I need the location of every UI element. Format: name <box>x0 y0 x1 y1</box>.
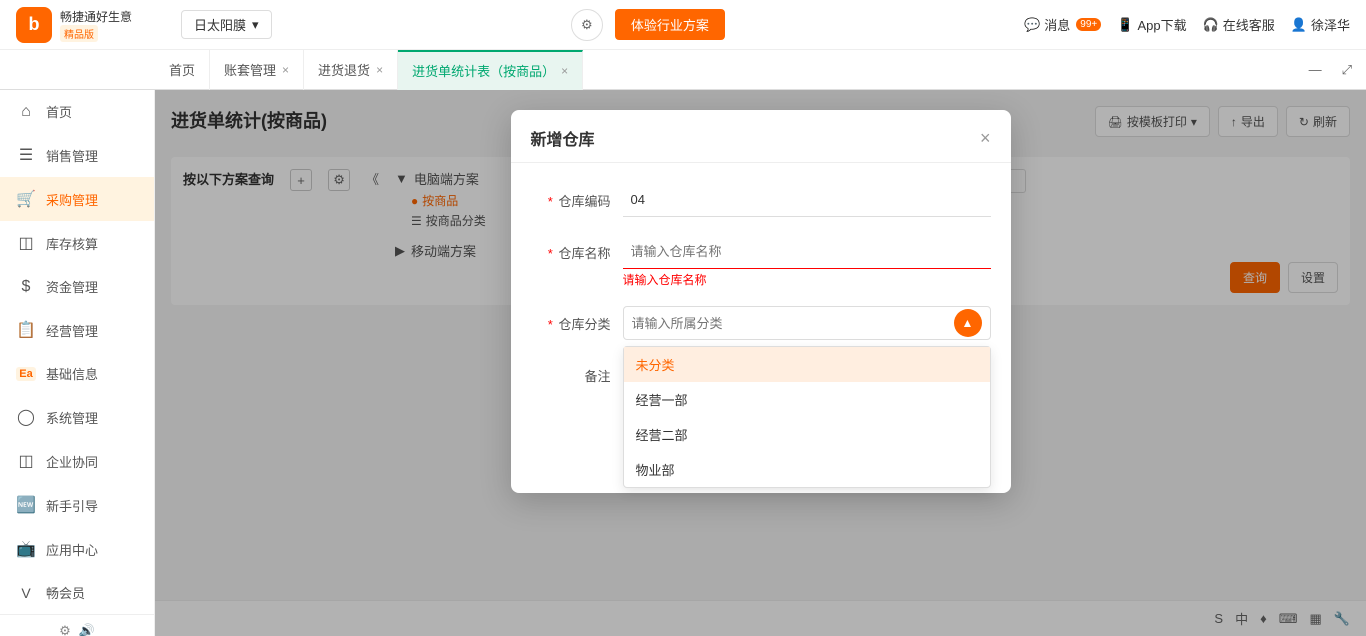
purchase-icon: 🛒 <box>16 189 36 209</box>
message-icon: 💬 <box>1024 17 1040 33</box>
tab-expand-btn[interactable]: ⤢ <box>1336 60 1358 80</box>
warehouse-name-error: 请输入仓库名称 <box>623 271 991 288</box>
experience-button[interactable]: 体验行业方案 <box>615 9 725 40</box>
logo-text: 畅捷通好生意 精品版 <box>60 8 132 42</box>
sidebar-item-purchase[interactable]: 🛒 采购管理 <box>0 177 154 221</box>
user-menu[interactable]: 👤 徐泽华 <box>1291 15 1350 34</box>
mobile-icon: 📱 <box>1117 17 1133 33</box>
content-area: 进货单统计(按商品) 🖨 按模板打印 ▾ ↑ 导出 ↻ 刷新 按以下方案查询 <box>155 90 1366 636</box>
warehouse-code-row: * 仓库编码 <box>531 183 991 217</box>
dialog-close-btn[interactable]: × <box>980 128 991 149</box>
online-service-btn[interactable]: 🎧 在线客服 <box>1203 15 1275 34</box>
sidebar-item-home[interactable]: ⌂ 首页 <box>0 90 154 133</box>
sidebar-item-guide[interactable]: 🆕 新手引导 <box>0 483 154 527</box>
tab-purchase-stats[interactable]: 进货单统计表（按商品） × <box>398 50 583 90</box>
tab-returns[interactable]: 进货退货 × <box>304 50 398 90</box>
sidebar-item-sales[interactable]: ☰ 销售管理 <box>0 133 154 177</box>
main-layout: ⌂ 首页 ☰ 销售管理 🛒 采购管理 ◫ 库存核算 $ 资金管理 📋 经营管理 … <box>0 90 1366 636</box>
system-icon: ◯ <box>16 407 36 427</box>
enterprise-icon: ◫ <box>16 451 36 471</box>
tab-close-returns[interactable]: × <box>376 63 383 77</box>
option-property[interactable]: 物业部 <box>624 452 990 487</box>
top-header: b 畅捷通好生意 精品版 日太阳膜 ▾ ⚙ 体验行业方案 💬 消息 99+ 📱 … <box>0 0 1366 50</box>
header-right: 💬 消息 99+ 📱 App下载 🎧 在线客服 👤 徐泽华 <box>1024 15 1350 34</box>
warehouse-code-control <box>623 183 991 217</box>
warehouse-category-row: * 仓库分类 ▲ 未分类 经营一部 经 <box>531 306 991 340</box>
member-icon: V <box>16 585 36 601</box>
warehouse-name-control: 请输入仓库名称 <box>623 235 991 288</box>
category-dropdown[interactable]: ▲ <box>623 306 991 340</box>
tab-bar: 首页 账套管理 × 进货退货 × 进货单统计表（按商品） × — ⤢ <box>0 50 1366 90</box>
sidebar-item-inventory[interactable]: ◫ 库存核算 <box>0 221 154 265</box>
tab-home[interactable]: 首页 <box>155 50 210 90</box>
header-middle: ⚙ 体验行业方案 <box>272 9 1025 41</box>
sidebar-speaker-icon[interactable]: 🔊 <box>79 623 95 636</box>
warehouse-category-label: * 仓库分类 <box>531 306 611 333</box>
sidebar-item-appcenter[interactable]: 📺 应用中心 <box>0 527 154 571</box>
sidebar-item-operations[interactable]: 📋 经营管理 <box>0 308 154 352</box>
appcenter-icon: 📺 <box>16 539 36 559</box>
dialog-header: 新增仓库 × <box>511 110 1011 163</box>
new-warehouse-dialog: 新增仓库 × * 仓库编码 <box>511 110 1011 493</box>
sidebar-item-finance[interactable]: $ 资金管理 <box>0 265 154 308</box>
sales-icon: ☰ <box>16 145 36 165</box>
sidebar-item-enterprise[interactable]: ◫ 企业协同 <box>0 439 154 483</box>
app-download-btn[interactable]: 📱 App下载 <box>1117 15 1186 34</box>
sidebar-item-basic[interactable]: Ea 基础信息 <box>0 352 154 395</box>
logo-icon: b <box>16 7 52 43</box>
user-icon: 👤 <box>1291 17 1307 33</box>
sidebar-settings-icon[interactable]: ⚙ <box>59 623 71 636</box>
modal-overlay: 新增仓库 × * 仓库编码 <box>155 90 1366 636</box>
warehouse-code-input[interactable] <box>623 183 991 217</box>
option-operations-2[interactable]: 经营二部 <box>624 417 990 452</box>
tab-controls: — ⤢ <box>1303 60 1366 80</box>
tab-close-accounts[interactable]: × <box>282 63 289 77</box>
dialog-body: * 仓库编码 * 仓库名称 <box>511 163 1011 430</box>
notification-bell[interactable]: 💬 消息 99+ <box>1024 15 1101 34</box>
tab-close-purchase-stats[interactable]: × <box>561 64 568 78</box>
basic-icon: Ea <box>16 367 36 381</box>
warehouse-name-row: * 仓库名称 请输入仓库名称 <box>531 235 991 288</box>
option-operations-1[interactable]: 经营一部 <box>624 382 990 417</box>
chevron-down-icon: ▾ <box>252 17 259 33</box>
warehouse-name-label: * 仓库名称 <box>531 235 611 262</box>
category-arrow-icon[interactable]: ▲ <box>954 309 982 337</box>
warehouse-name-input[interactable] <box>623 235 991 269</box>
sidebar: ⌂ 首页 ☰ 销售管理 🛒 采购管理 ◫ 库存核算 $ 资金管理 📋 经营管理 … <box>0 90 155 636</box>
tab-accounts[interactable]: 账套管理 × <box>210 50 304 90</box>
tab-collapse-btn[interactable]: — <box>1303 60 1328 79</box>
category-input[interactable] <box>632 316 954 331</box>
finance-icon: $ <box>16 278 36 296</box>
dialog-title: 新增仓库 <box>531 126 595 150</box>
headset-icon: 🎧 <box>1203 17 1219 33</box>
logo-area: b 畅捷通好生意 精品版 <box>16 7 171 43</box>
sidebar-item-member[interactable]: V 畅会员 <box>0 571 154 614</box>
notes-label: 备注 <box>531 358 611 385</box>
inventory-icon: ◫ <box>16 233 36 253</box>
warehouse-code-label: * 仓库编码 <box>531 183 611 210</box>
category-dropdown-list: 未分类 经营一部 经营二部 物业部 <box>623 346 991 488</box>
gear-button[interactable]: ⚙ <box>571 9 603 41</box>
warehouse-category-control: ▲ 未分类 经营一部 经营二部 物业部 <box>623 306 991 340</box>
guide-icon: 🆕 <box>16 495 36 515</box>
home-icon: ⌂ <box>16 103 36 121</box>
store-selector[interactable]: 日太阳膜 ▾ <box>181 10 272 39</box>
notification-badge: 99+ <box>1076 18 1101 31</box>
sidebar-item-system[interactable]: ◯ 系统管理 <box>0 395 154 439</box>
option-uncategorized[interactable]: 未分类 <box>624 347 990 382</box>
operations-icon: 📋 <box>16 320 36 340</box>
